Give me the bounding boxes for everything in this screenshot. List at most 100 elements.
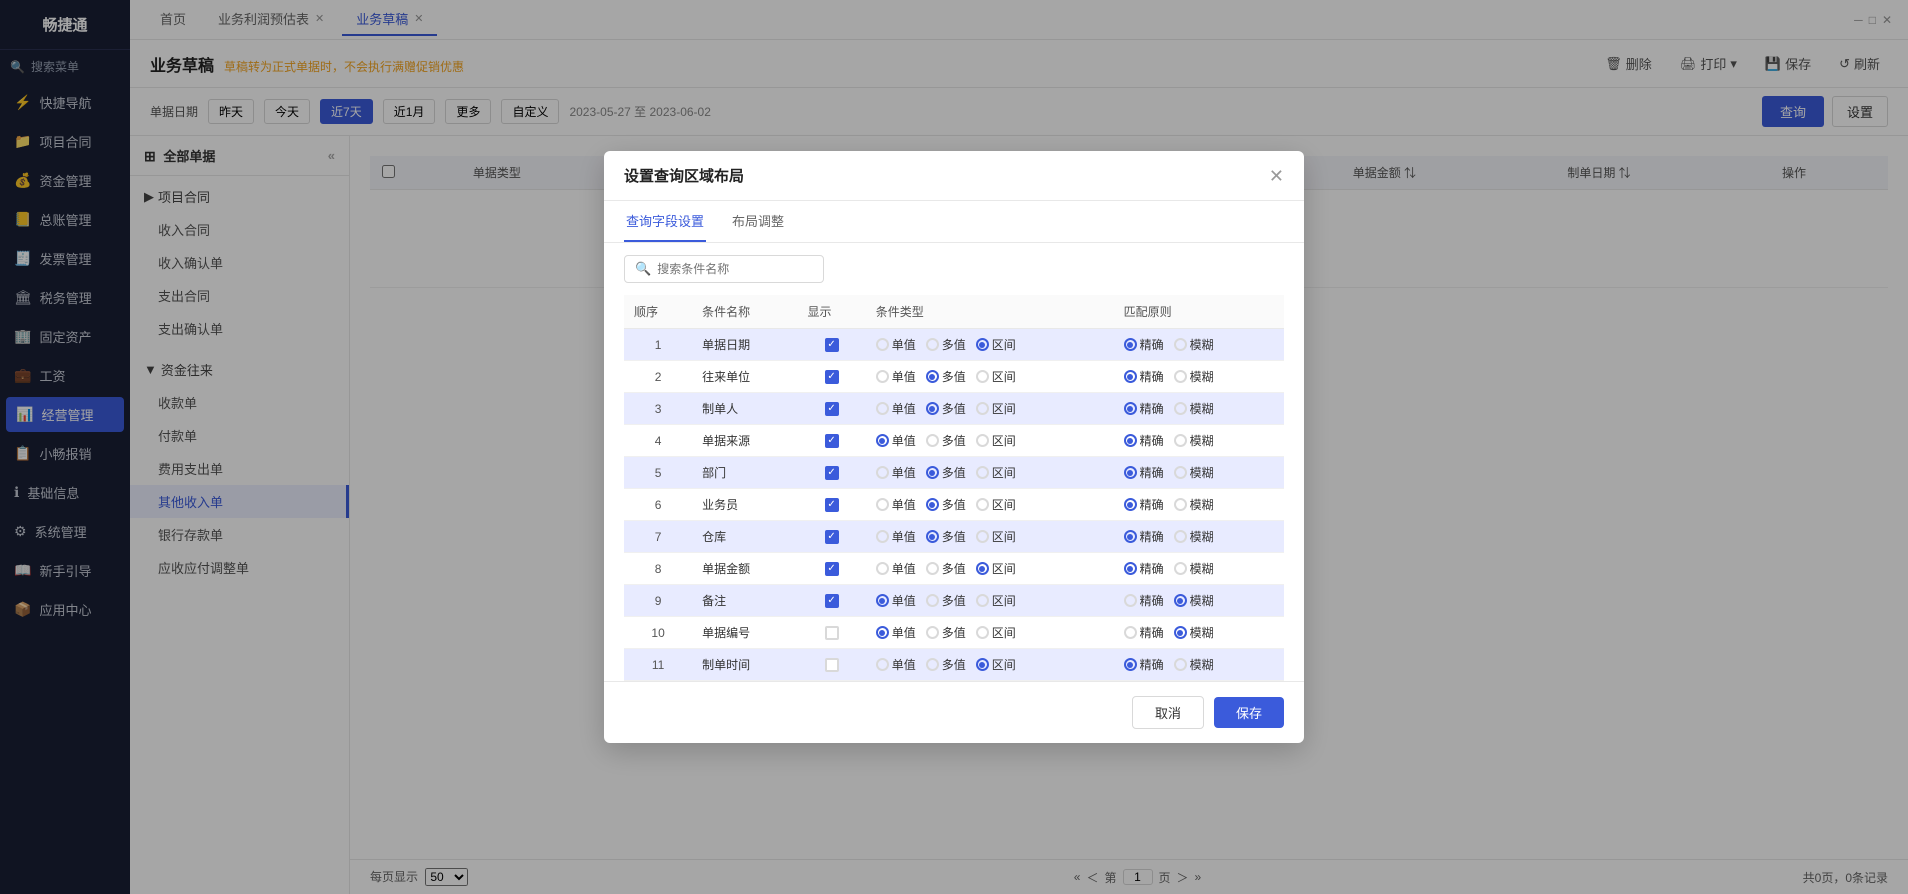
row-name: 部门 [692, 457, 797, 489]
row-type: 单值 多值 区间 [866, 585, 1114, 617]
type-range-radio[interactable]: 区间 [976, 560, 1016, 577]
type-multi-radio[interactable]: 多值 [926, 592, 966, 609]
type-single-radio[interactable]: 单值 [876, 592, 916, 609]
row-match: 精确 模糊 [1114, 521, 1284, 553]
match-precise-radio[interactable]: 精确 [1124, 624, 1164, 641]
type-range-radio[interactable]: 区间 [976, 432, 1016, 449]
match-fuzzy-radio[interactable]: 模糊 [1174, 656, 1214, 673]
type-multi-radio[interactable]: 多值 [926, 624, 966, 641]
type-multi-radio[interactable]: 多值 [926, 496, 966, 513]
type-single-radio[interactable]: 单值 [876, 528, 916, 545]
show-checkbox[interactable] [825, 658, 839, 672]
match-precise-radio[interactable]: 精确 [1124, 464, 1164, 481]
show-checkbox[interactable] [825, 370, 839, 384]
type-multi-radio[interactable]: 多值 [926, 368, 966, 385]
type-single-radio[interactable]: 单值 [876, 464, 916, 481]
modal-title: 设置查询区域布局 [624, 165, 744, 186]
match-fuzzy-radio[interactable]: 模糊 [1174, 336, 1214, 353]
row-show[interactable] [798, 457, 866, 489]
type-multi-radio[interactable]: 多值 [926, 432, 966, 449]
show-checkbox[interactable] [825, 466, 839, 480]
modal-save-button[interactable]: 保存 [1214, 697, 1284, 728]
row-show[interactable] [798, 329, 866, 361]
match-fuzzy-radio[interactable]: 模糊 [1174, 464, 1214, 481]
match-precise-radio[interactable]: 精确 [1124, 432, 1164, 449]
row-show[interactable] [798, 585, 866, 617]
type-multi-radio[interactable]: 多值 [926, 400, 966, 417]
row-order: 8 [624, 553, 692, 585]
show-checkbox[interactable] [825, 626, 839, 640]
match-precise-radio[interactable]: 精确 [1124, 400, 1164, 417]
row-type: 单值 多值 区间 [866, 457, 1114, 489]
row-match: 精确 模糊 [1114, 649, 1284, 681]
show-checkbox[interactable] [825, 402, 839, 416]
row-show[interactable] [798, 393, 866, 425]
show-checkbox[interactable] [825, 530, 839, 544]
cancel-button[interactable]: 取消 [1132, 696, 1204, 729]
type-range-radio[interactable]: 区间 [976, 336, 1016, 353]
match-fuzzy-radio[interactable]: 模糊 [1174, 400, 1214, 417]
modal-overlay[interactable]: 设置查询区域布局 ✕ 查询字段设置 布局调整 🔍 顺序 条件名称 显示 条件类型 [0, 0, 1908, 894]
match-fuzzy-radio[interactable]: 模糊 [1174, 624, 1214, 641]
type-single-radio[interactable]: 单值 [876, 656, 916, 673]
type-multi-radio[interactable]: 多值 [926, 464, 966, 481]
match-precise-radio[interactable]: 精确 [1124, 336, 1164, 353]
row-name: 制单时间 [692, 649, 797, 681]
type-range-radio[interactable]: 区间 [976, 656, 1016, 673]
row-show[interactable] [798, 521, 866, 553]
type-single-radio[interactable]: 单值 [876, 624, 916, 641]
row-show[interactable] [798, 489, 866, 521]
type-range-radio[interactable]: 区间 [976, 400, 1016, 417]
match-precise-radio[interactable]: 精确 [1124, 368, 1164, 385]
row-show[interactable] [798, 361, 866, 393]
row-type: 单值 多值 区间 [866, 393, 1114, 425]
row-match: 精确 模糊 [1114, 393, 1284, 425]
row-show[interactable] [798, 617, 866, 649]
settings-modal: 设置查询区域布局 ✕ 查询字段设置 布局调整 🔍 顺序 条件名称 显示 条件类型 [604, 151, 1304, 743]
match-fuzzy-radio[interactable]: 模糊 [1174, 592, 1214, 609]
modal-tab-query[interactable]: 查询字段设置 [624, 201, 706, 242]
type-single-radio[interactable]: 单值 [876, 432, 916, 449]
show-checkbox[interactable] [825, 434, 839, 448]
type-single-radio[interactable]: 单值 [876, 400, 916, 417]
type-multi-radio[interactable]: 多值 [926, 336, 966, 353]
show-checkbox[interactable] [825, 338, 839, 352]
show-checkbox[interactable] [825, 594, 839, 608]
type-single-radio[interactable]: 单值 [876, 336, 916, 353]
match-precise-radio[interactable]: 精确 [1124, 528, 1164, 545]
modal-tab-layout[interactable]: 布局调整 [730, 201, 786, 242]
match-fuzzy-radio[interactable]: 模糊 [1174, 432, 1214, 449]
match-fuzzy-radio[interactable]: 模糊 [1174, 368, 1214, 385]
row-type: 单值 多值 区间 [866, 649, 1114, 681]
type-single-radio[interactable]: 单值 [876, 368, 916, 385]
match-fuzzy-radio[interactable]: 模糊 [1174, 528, 1214, 545]
type-range-radio[interactable]: 区间 [976, 464, 1016, 481]
modal-close-button[interactable]: ✕ [1269, 167, 1284, 185]
type-multi-radio[interactable]: 多值 [926, 528, 966, 545]
row-name: 单据金额 [692, 553, 797, 585]
type-range-radio[interactable]: 区间 [976, 624, 1016, 641]
type-range-radio[interactable]: 区间 [976, 368, 1016, 385]
match-precise-radio[interactable]: 精确 [1124, 592, 1164, 609]
show-checkbox[interactable] [825, 562, 839, 576]
type-single-radio[interactable]: 单值 [876, 560, 916, 577]
row-show[interactable] [798, 553, 866, 585]
row-name: 单据编号 [692, 617, 797, 649]
match-fuzzy-radio[interactable]: 模糊 [1174, 560, 1214, 577]
match-precise-radio[interactable]: 精确 [1124, 496, 1164, 513]
show-checkbox[interactable] [825, 498, 839, 512]
type-range-radio[interactable]: 区间 [976, 592, 1016, 609]
match-fuzzy-radio[interactable]: 模糊 [1174, 496, 1214, 513]
type-range-radio[interactable]: 区间 [976, 528, 1016, 545]
type-single-radio[interactable]: 单值 [876, 496, 916, 513]
modal-search-input[interactable] [657, 262, 807, 276]
type-range-radio[interactable]: 区间 [976, 496, 1016, 513]
row-show[interactable] [798, 425, 866, 457]
match-precise-radio[interactable]: 精确 [1124, 656, 1164, 673]
row-show[interactable] [798, 649, 866, 681]
type-multi-radio[interactable]: 多值 [926, 560, 966, 577]
row-order: 3 [624, 393, 692, 425]
settings-table: 顺序 条件名称 显示 条件类型 匹配原则 1 单据日期 [624, 295, 1284, 681]
match-precise-radio[interactable]: 精确 [1124, 560, 1164, 577]
type-multi-radio[interactable]: 多值 [926, 656, 966, 673]
